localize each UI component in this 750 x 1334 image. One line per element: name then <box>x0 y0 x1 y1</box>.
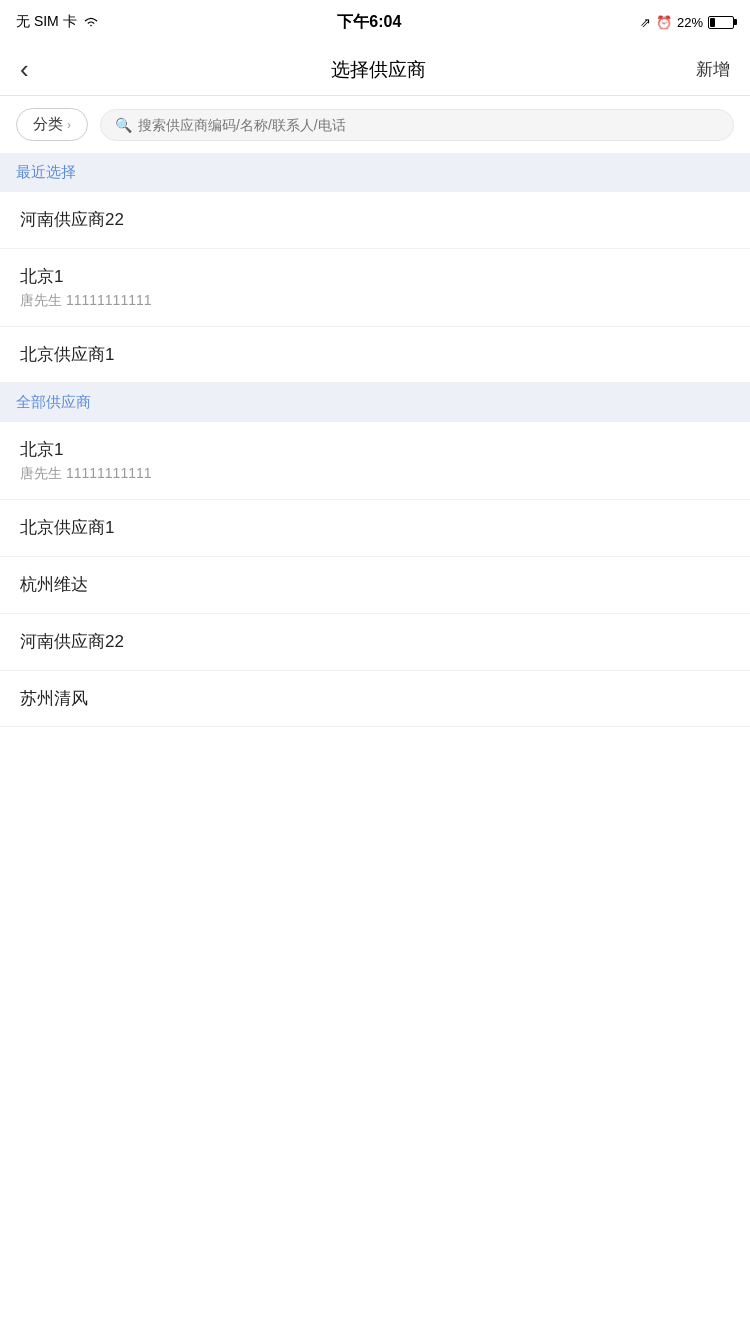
item-name: 北京1 <box>20 438 730 462</box>
location-icon: ⇗ <box>640 15 651 30</box>
list-item[interactable]: 北京1 唐先生 11111111111 <box>0 422 750 500</box>
list-item[interactable]: 河南供应商22 <box>0 614 750 671</box>
status-indicators: ⇗ ⏰ 22% <box>640 15 734 30</box>
filter-bar: 分类 › 🔍 <box>0 96 750 153</box>
list-item[interactable]: 杭州维达 <box>0 557 750 614</box>
item-detail: 唐先生 11111111111 <box>20 292 730 310</box>
search-icon: 🔍 <box>115 117 132 133</box>
list-item[interactable]: 北京1 唐先生 11111111111 <box>0 249 750 327</box>
page-title: 选择供应商 <box>331 57 426 83</box>
back-button[interactable]: ‹ <box>20 54 60 85</box>
status-time: 下午6:04 <box>337 12 401 33</box>
category-button[interactable]: 分类 › <box>16 108 88 141</box>
battery-percent: 22% <box>677 15 703 30</box>
chevron-right-icon: › <box>67 118 71 132</box>
item-detail: 唐先生 11111111111 <box>20 465 730 483</box>
recent-section-header: 最近选择 <box>0 153 750 192</box>
item-name: 河南供应商22 <box>20 630 730 654</box>
nav-bar: ‹ 选择供应商 新增 <box>0 44 750 96</box>
list-item[interactable]: 北京供应商1 <box>0 500 750 557</box>
search-input[interactable] <box>138 117 719 133</box>
search-box[interactable]: 🔍 <box>100 109 734 141</box>
list-item[interactable]: 北京供应商1 <box>0 327 750 384</box>
status-carrier: 无 SIM 卡 <box>16 13 99 31</box>
item-name: 杭州维达 <box>20 573 730 597</box>
all-section-header: 全部供应商 <box>0 383 750 422</box>
item-name: 北京供应商1 <box>20 343 730 367</box>
item-name: 河南供应商22 <box>20 208 730 232</box>
list-item[interactable]: 苏州清风 <box>0 671 750 728</box>
new-supplier-button[interactable]: 新增 <box>696 58 730 81</box>
item-name: 苏州清风 <box>20 687 730 711</box>
alarm-icon: ⏰ <box>656 15 672 30</box>
all-section-label: 全部供应商 <box>16 393 91 410</box>
all-list: 北京1 唐先生 11111111111 北京供应商1 杭州维达 河南供应商22 … <box>0 422 750 727</box>
list-item[interactable]: 河南供应商22 <box>0 192 750 249</box>
recent-list: 河南供应商22 北京1 唐先生 11111111111 北京供应商1 <box>0 192 750 383</box>
item-name: 北京供应商1 <box>20 516 730 540</box>
wifi-icon <box>83 16 99 28</box>
category-label: 分类 <box>33 115 63 134</box>
status-bar: 无 SIM 卡 下午6:04 ⇗ ⏰ 22% <box>0 0 750 44</box>
recent-section-label: 最近选择 <box>16 163 76 180</box>
battery-icon <box>708 16 734 29</box>
item-name: 北京1 <box>20 265 730 289</box>
